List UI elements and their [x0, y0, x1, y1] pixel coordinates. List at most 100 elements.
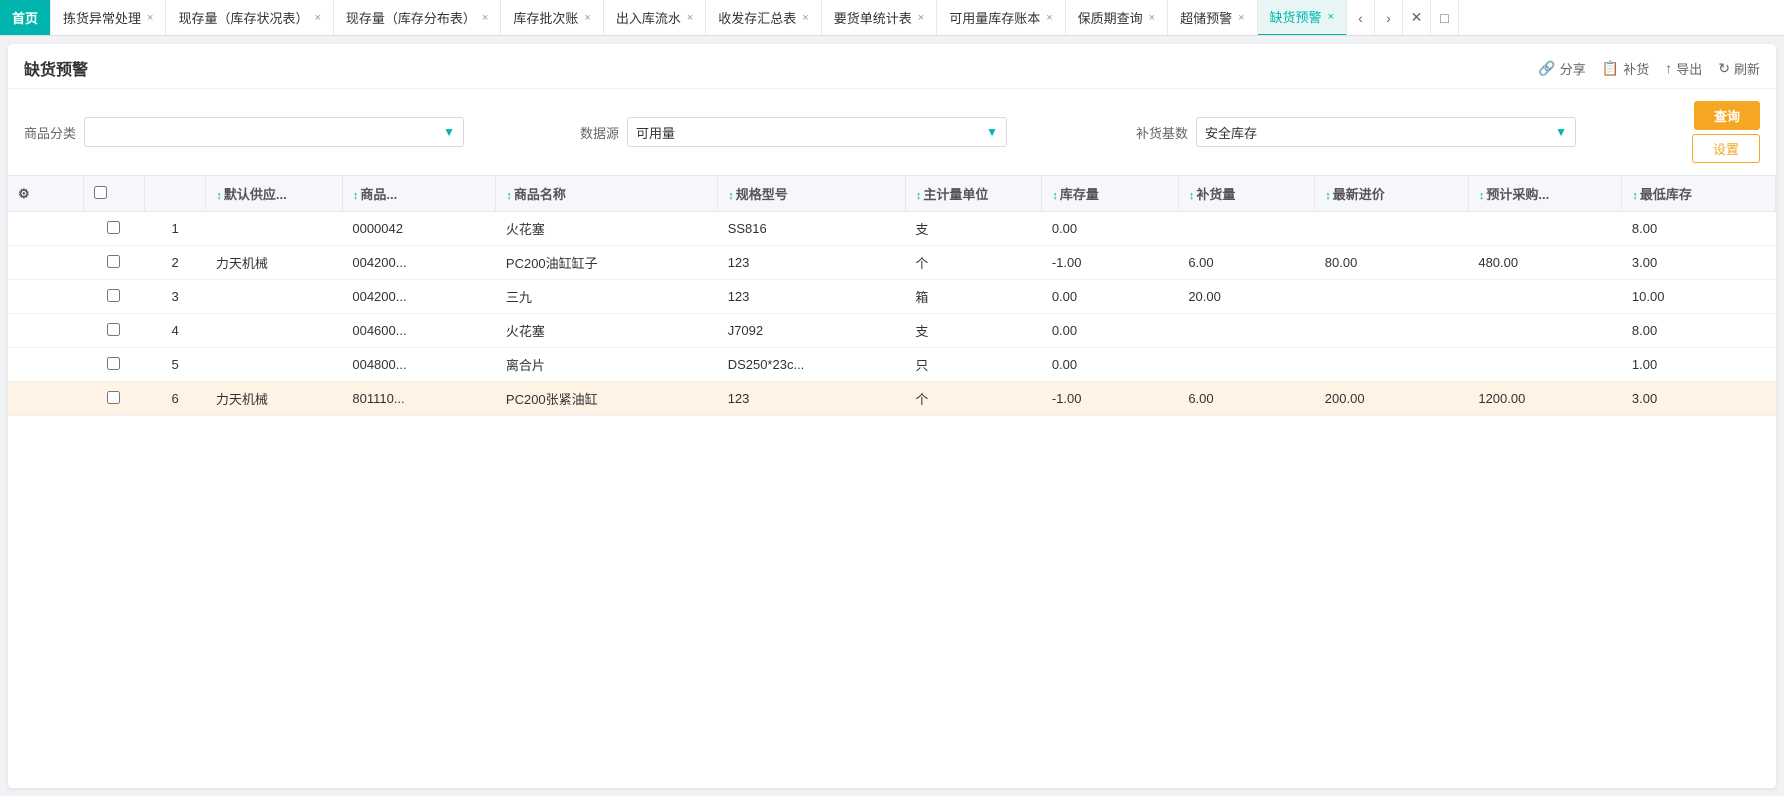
tab-churu-label: 出入库流水 — [616, 8, 681, 27]
row-code-3: 004600... — [342, 314, 496, 348]
tab-home[interactable]: 首页 — [0, 0, 51, 36]
row-check-3[interactable] — [83, 314, 144, 348]
row-stock-1: -1.00 — [1042, 246, 1178, 280]
tab-scroll-left[interactable]: ‹ — [1347, 0, 1375, 36]
tab-quehuo[interactable]: 缺货预警 × — [1258, 0, 1347, 36]
close-quehuo-icon[interactable]: × — [1328, 11, 1334, 23]
col-header-supplier[interactable]: ↕默认供应... — [206, 176, 342, 212]
row-lastprice-1: 80.00 — [1315, 246, 1469, 280]
tab-chaochuyujing[interactable]: 超储预警 × — [1168, 0, 1257, 36]
row-spec-4: DS250*23c... — [718, 348, 906, 382]
row-lastprice-4 — [1315, 348, 1469, 382]
row-replen-5: 6.00 — [1178, 382, 1314, 416]
close-baozhiqi-icon[interactable]: × — [1149, 12, 1155, 24]
row-check-0[interactable] — [83, 212, 144, 246]
datasource-select[interactable]: 可用量 ▼ — [627, 117, 1007, 147]
select-all-checkbox[interactable] — [94, 186, 107, 199]
row-supplier-5: 力天机械 — [206, 382, 342, 416]
tab-kucun[interactable]: 库存批次账 × — [501, 0, 603, 36]
row-supplier-1: 力天机械 — [206, 246, 342, 280]
col-header-lastprice[interactable]: ↕最新进价 — [1315, 176, 1469, 212]
row-minstk-2: 10.00 — [1622, 280, 1776, 314]
row-gear-3[interactable] — [8, 314, 83, 348]
col-header-check[interactable] — [83, 176, 144, 212]
close-shoufacun-icon[interactable]: × — [802, 12, 808, 24]
share-button[interactable]: 🔗 分享 — [1538, 59, 1585, 78]
row-estimated-5: 1200.00 — [1468, 382, 1622, 416]
data-table: ⚙ ↕默认供应... ↕商品... ↕商品名称 ↕规格型号 ↕主计量单位 ↕库存… — [8, 175, 1776, 416]
col-header-gear[interactable]: ⚙ — [8, 176, 83, 212]
row-check-5[interactable] — [83, 382, 144, 416]
row-checkbox-2[interactable] — [107, 289, 120, 302]
col-header-replen[interactable]: ↕补货量 — [1178, 176, 1314, 212]
row-replen-3 — [1178, 314, 1314, 348]
row-check-2[interactable] — [83, 280, 144, 314]
close-yaohuo-icon[interactable]: × — [918, 12, 924, 24]
tab-churu[interactable]: 出入库流水 × — [604, 0, 706, 36]
col-header-code[interactable]: ↕商品... — [342, 176, 496, 212]
tab-jianhuo[interactable]: 拣货异常处理 × — [51, 0, 166, 36]
row-gear-2[interactable] — [8, 280, 83, 314]
row-gear-0[interactable] — [8, 212, 83, 246]
refresh-button[interactable]: ↻ 刷新 — [1718, 59, 1760, 78]
col-header-name[interactable]: ↕商品名称 — [496, 176, 718, 212]
row-checkbox-0[interactable] — [107, 221, 120, 234]
close-xiancunliang2-icon[interactable]: × — [482, 12, 488, 24]
col-header-spec[interactable]: ↕规格型号 — [718, 176, 906, 212]
main-content: 缺货预警 🔗 分享 📋 补货 ↑ 导出 ↻ 刷新 商品分类 — [8, 44, 1776, 788]
col-header-stock[interactable]: ↕库存量 — [1042, 176, 1178, 212]
tab-xiancunliang2[interactable]: 现存量（库存分布表） × — [334, 0, 501, 36]
share-label: 分享 — [1560, 59, 1586, 78]
row-num-2: 3 — [144, 280, 205, 314]
replenish-button[interactable]: 📋 补货 — [1602, 59, 1649, 78]
row-check-1[interactable] — [83, 246, 144, 280]
row-stock-4: 0.00 — [1042, 348, 1178, 382]
col-header-estimated[interactable]: ↕预计采购... — [1468, 176, 1622, 212]
row-num-1: 2 — [144, 246, 205, 280]
row-minstk-4: 1.00 — [1622, 348, 1776, 382]
category-select[interactable]: ▼ — [84, 117, 464, 147]
tab-close-all[interactable]: ✕ — [1403, 0, 1431, 36]
row-spec-5: 123 — [718, 382, 906, 416]
close-kucun-icon[interactable]: × — [584, 12, 590, 24]
row-gear-4[interactable] — [8, 348, 83, 382]
row-replen-1: 6.00 — [1178, 246, 1314, 280]
query-button[interactable]: 查询 — [1694, 101, 1760, 130]
row-code-2: 004200... — [342, 280, 496, 314]
replenish-base-select[interactable]: 安全库存 ▼ — [1196, 117, 1576, 147]
export-button[interactable]: ↑ 导出 — [1665, 59, 1702, 78]
row-checkbox-4[interactable] — [107, 357, 120, 370]
close-chaochuyujing-icon[interactable]: × — [1238, 12, 1244, 24]
row-estimated-3 — [1468, 314, 1622, 348]
row-gear-1[interactable] — [8, 246, 83, 280]
tab-keyongliang[interactable]: 可用量库存账本 × — [937, 0, 1065, 36]
table-row: 4 004600... 火花塞 J7092 支 0.00 8.00 — [8, 314, 1776, 348]
page-header: 缺货预警 🔗 分享 📋 补货 ↑ 导出 ↻ 刷新 — [8, 44, 1776, 89]
close-keyongliang-icon[interactable]: × — [1046, 12, 1052, 24]
tab-expand[interactable]: □ — [1431, 0, 1459, 36]
row-supplier-4 — [206, 348, 342, 382]
row-supplier-2 — [206, 280, 342, 314]
row-supplier-3 — [206, 314, 342, 348]
row-checkbox-1[interactable] — [107, 255, 120, 268]
col-header-unit[interactable]: ↕主计量单位 — [905, 176, 1041, 212]
tab-scroll-right[interactable]: › — [1375, 0, 1403, 36]
tab-yaohuo[interactable]: 要货单统计表 × — [822, 0, 937, 36]
settings-button[interactable]: 设置 — [1692, 134, 1760, 163]
close-xiancunliang1-icon[interactable]: × — [314, 12, 320, 24]
row-code-4: 004800... — [342, 348, 496, 382]
close-jianhuo-icon[interactable]: × — [147, 12, 153, 24]
tab-shoufacun[interactable]: 收发存汇总表 × — [706, 0, 821, 36]
tab-baozhiqi[interactable]: 保质期查询 × — [1066, 0, 1168, 36]
row-num-3: 4 — [144, 314, 205, 348]
row-check-4[interactable] — [83, 348, 144, 382]
row-gear-5[interactable] — [8, 382, 83, 416]
tab-xiancunliang1[interactable]: 现存量（库存状况表） × — [166, 0, 333, 36]
col-header-num — [144, 176, 205, 212]
export-label: 导出 — [1676, 59, 1702, 78]
close-churu-icon[interactable]: × — [687, 12, 693, 24]
row-checkbox-5[interactable] — [107, 391, 120, 404]
col-header-minstk[interactable]: ↕最低库存 — [1622, 176, 1776, 212]
row-replen-2: 20.00 — [1178, 280, 1314, 314]
row-checkbox-3[interactable] — [107, 323, 120, 336]
